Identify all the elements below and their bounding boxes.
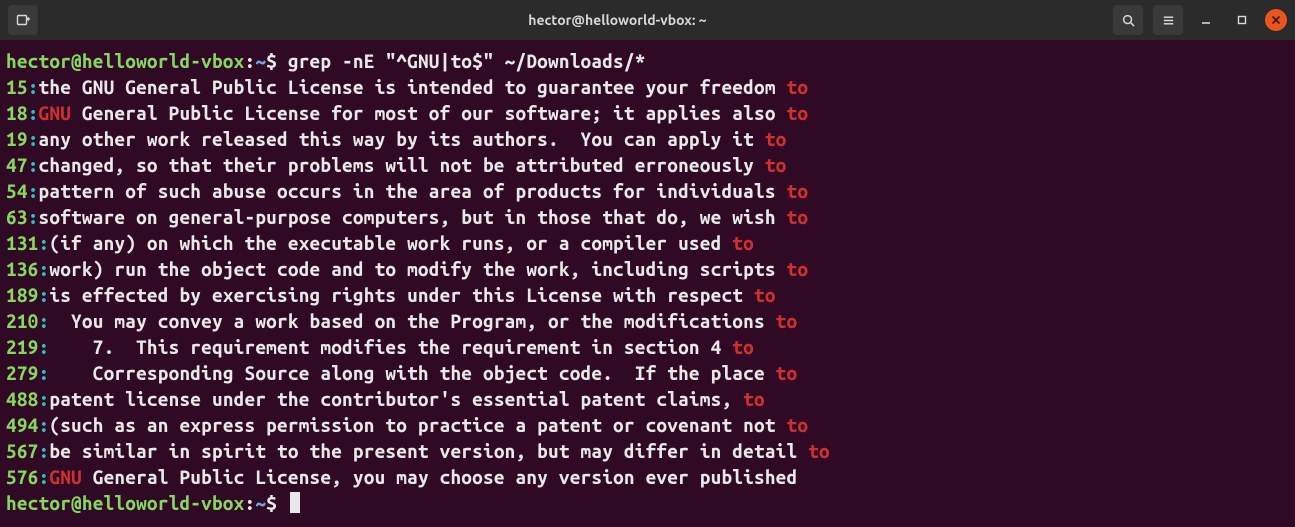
new-tab-icon <box>15 12 31 28</box>
match: to <box>776 310 798 332</box>
line-number: 136 <box>6 258 39 280</box>
line-sep: : <box>39 336 50 358</box>
output-line: 47:changed, so that their problems will … <box>6 152 1289 178</box>
line-number: 488 <box>6 388 39 410</box>
prompt-cwd: ~ <box>255 492 266 514</box>
match: to <box>787 76 809 98</box>
prompt-user-host: hector@helloworld-vbox <box>6 50 244 72</box>
window-title: hector@helloworld-vbox: ~ <box>188 12 1047 28</box>
output-line: 54:pattern of such abuse occurs in the a… <box>6 178 1289 204</box>
prompt-sigil: $ <box>266 50 277 72</box>
line-sep: : <box>28 180 39 202</box>
match: GNU <box>39 102 72 124</box>
line-sep: : <box>39 414 50 436</box>
grep-output: 15:the GNU General Public License is int… <box>6 74 1289 490</box>
output-line: 219: 7. This requirement modifies the re… <box>6 334 1289 360</box>
line-number: 54 <box>6 180 28 202</box>
prompt-line: hector@helloworld-vbox:~$ grep -nE "^GNU… <box>6 48 1289 74</box>
output-line: 63:software on general-purpose computers… <box>6 204 1289 230</box>
output-line: 136:work) run the object code and to mod… <box>6 256 1289 282</box>
match: to <box>776 362 798 384</box>
prompt-sep: : <box>244 50 255 72</box>
line-sep: : <box>28 102 39 124</box>
close-icon <box>1271 15 1281 25</box>
line-number: 131 <box>6 232 39 254</box>
minimize-icon <box>1200 14 1212 26</box>
search-button[interactable] <box>1113 5 1143 35</box>
line-number: 567 <box>6 440 39 462</box>
menu-button[interactable] <box>1153 5 1183 35</box>
output-line: 189:is effected by exercising rights und… <box>6 282 1289 308</box>
line-number: 63 <box>6 206 28 228</box>
match: to <box>743 388 765 410</box>
command-text: grep -nE "^GNU|to$" ~/Downloads/* <box>288 50 646 72</box>
line-sep: : <box>39 388 50 410</box>
match: to <box>787 206 809 228</box>
line-sep: : <box>39 284 50 306</box>
line-sep: : <box>39 466 50 488</box>
line-sep: : <box>28 128 39 150</box>
line-number: 189 <box>6 284 39 306</box>
line-sep: : <box>28 76 39 98</box>
line-number: 19 <box>6 128 28 150</box>
prompt-line: hector@helloworld-vbox:~$ <box>6 490 1289 516</box>
match: to <box>765 154 787 176</box>
line-number: 18 <box>6 102 28 124</box>
new-tab-button[interactable] <box>8 5 38 35</box>
hamburger-icon <box>1161 13 1176 28</box>
output-line: 210: You may convey a work based on the … <box>6 308 1289 334</box>
line-number: 219 <box>6 336 39 358</box>
match: to <box>732 232 754 254</box>
match: to <box>765 128 787 150</box>
search-icon <box>1121 13 1136 28</box>
line-sep: : <box>39 258 50 280</box>
terminal-area[interactable]: hector@helloworld-vbox:~$ grep -nE "^GNU… <box>0 40 1295 524</box>
prompt-user-host: hector@helloworld-vbox <box>6 492 244 514</box>
match: to <box>787 180 809 202</box>
prompt-cwd: ~ <box>255 50 266 72</box>
output-line: 19:any other work released this way by i… <box>6 126 1289 152</box>
maximize-button[interactable] <box>1229 7 1255 33</box>
match: to <box>787 258 809 280</box>
line-sep: : <box>28 206 39 228</box>
output-line: 494:(such as an express permission to pr… <box>6 412 1289 438</box>
line-number: 15 <box>6 76 28 98</box>
output-line: 18:GNU General Public License for most o… <box>6 100 1289 126</box>
match: to <box>732 336 754 358</box>
prompt-sep: : <box>244 492 255 514</box>
output-line: 279: Corresponding Source along with the… <box>6 360 1289 386</box>
match: to <box>808 440 830 462</box>
match: to <box>787 102 809 124</box>
match: GNU <box>49 466 82 488</box>
cursor <box>290 492 300 513</box>
titlebar: hector@helloworld-vbox: ~ <box>0 0 1295 40</box>
line-number: 210 <box>6 310 39 332</box>
output-line: 488:patent license under the contributor… <box>6 386 1289 412</box>
output-line: 567:be similar in spirit to the present … <box>6 438 1289 464</box>
match: to <box>787 414 809 436</box>
close-button[interactable] <box>1265 9 1287 31</box>
output-line: 131:(if any) on which the executable wor… <box>6 230 1289 256</box>
line-number: 47 <box>6 154 28 176</box>
line-sep: : <box>39 440 50 462</box>
maximize-icon <box>1236 14 1248 26</box>
line-number: 494 <box>6 414 39 436</box>
minimize-button[interactable] <box>1193 7 1219 33</box>
line-sep: : <box>39 310 50 332</box>
prompt-sigil: $ <box>266 492 277 514</box>
match: to <box>754 284 776 306</box>
line-number: 576 <box>6 466 39 488</box>
line-number: 279 <box>6 362 39 384</box>
line-sep: : <box>28 154 39 176</box>
output-line: 15:the GNU General Public License is int… <box>6 74 1289 100</box>
line-sep: : <box>39 362 50 384</box>
output-line: 576:GNU General Public License, you may … <box>6 464 1289 490</box>
line-sep: : <box>39 232 50 254</box>
